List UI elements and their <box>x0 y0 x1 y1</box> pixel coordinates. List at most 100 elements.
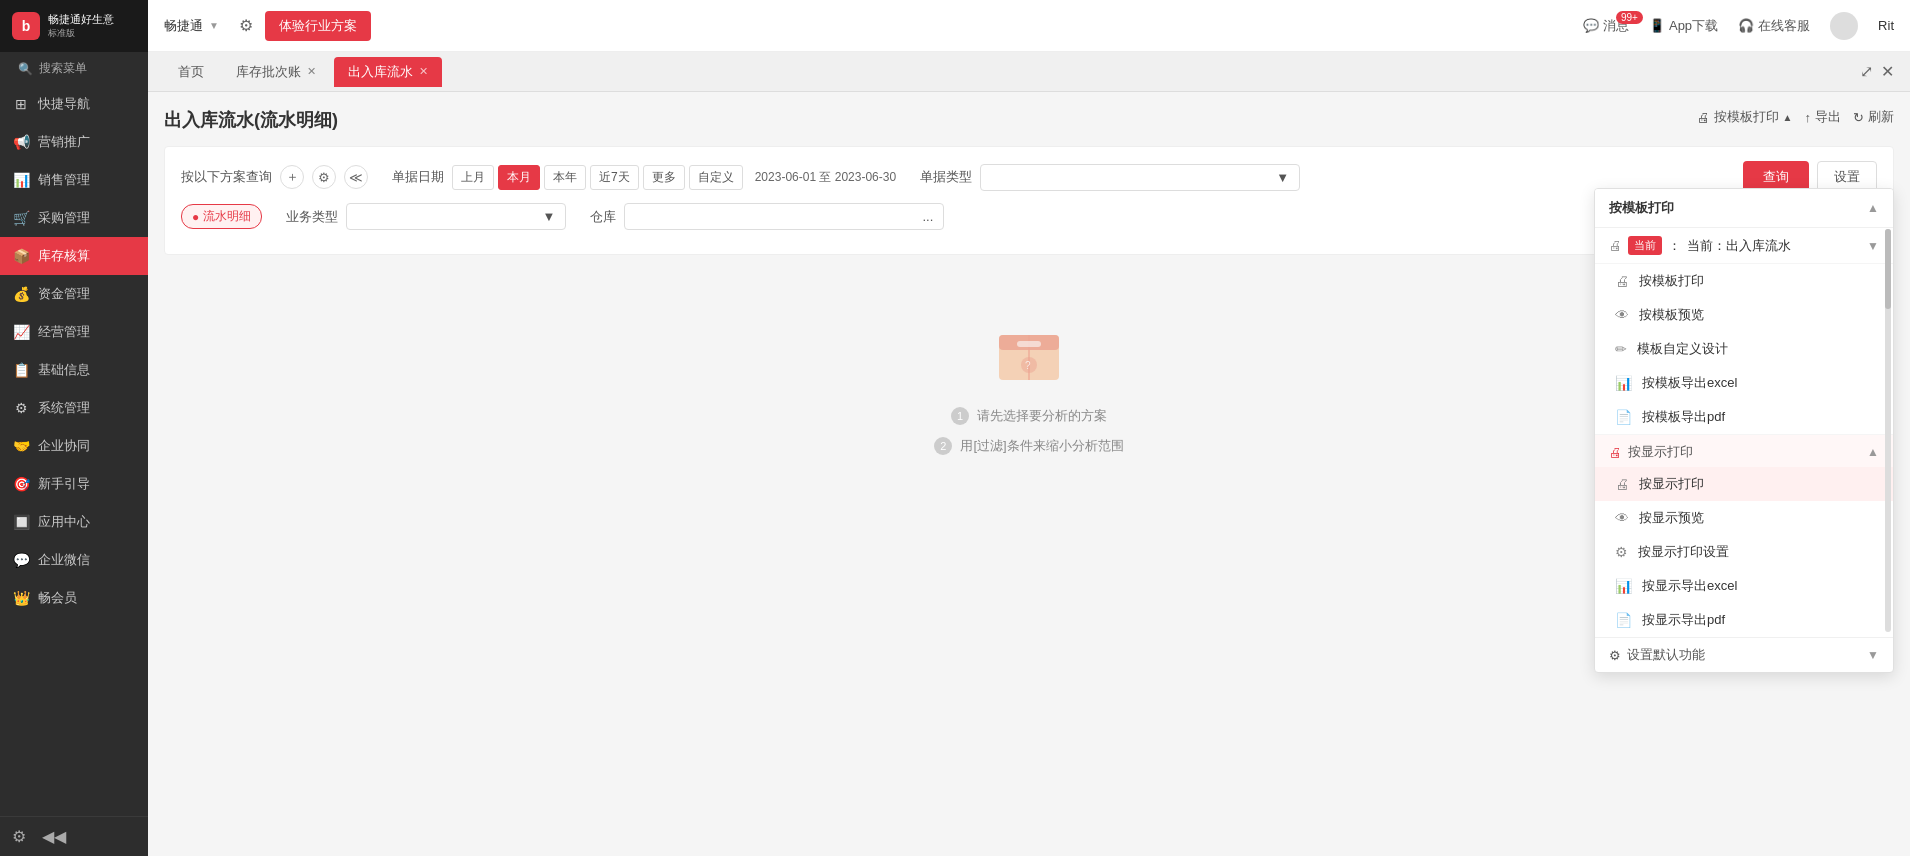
template-preview-label: 按模板预览 <box>1639 306 1704 324</box>
dropdown-item-display-preview[interactable]: 👁 按显示预览 <box>1595 501 1893 535</box>
tab-batch[interactable]: 库存批次账 ✕ <box>222 57 330 87</box>
sidebar-item-guide[interactable]: 🎯 新手引导 <box>0 465 148 503</box>
sidebar-settings-icon[interactable]: ⚙ <box>12 827 26 846</box>
page-title: 出入库流水(流水明细) <box>164 108 1894 132</box>
warehouse-select[interactable]: ... <box>624 203 944 230</box>
template-print-label: 按模板打印 <box>1639 272 1704 290</box>
topbar-message[interactable]: 💬 消息 99+ <box>1583 17 1629 35</box>
warehouse-more-icon[interactable]: ... <box>922 209 933 224</box>
marketing-icon: 📢 <box>12 133 30 151</box>
type-select-chevron: ▼ <box>1276 170 1289 185</box>
dropdown-item-template-design[interactable]: ✏ 模板自定义设计 <box>1595 332 1893 366</box>
topbar-user[interactable]: 畅捷通 ▼ <box>164 17 219 35</box>
current-label: ： <box>1668 237 1681 255</box>
refresh-label: 刷新 <box>1868 108 1894 126</box>
sidebar-item-enterprise[interactable]: 🤝 企业协同 <box>0 427 148 465</box>
sidebar-item-quick-nav[interactable]: ⊞ 快捷导航 <box>0 85 148 123</box>
sidebar-collapse-icon[interactable]: ◀◀ <box>42 827 66 846</box>
sidebar-item-label: 企业协同 <box>38 437 90 455</box>
app-logo-icon: b <box>12 12 40 40</box>
display-excel-label: 按显示导出excel <box>1642 577 1737 595</box>
export-label: 导出 <box>1815 108 1841 126</box>
sidebar-item-app-center[interactable]: 🔲 应用中心 <box>0 503 148 541</box>
filter-warehouse: 仓库 ... <box>590 203 944 230</box>
tab-batch-close-icon[interactable]: ✕ <box>307 65 316 78</box>
dropdown-close-chevron[interactable]: ▲ <box>1867 201 1879 215</box>
date-btn-custom[interactable]: 自定义 <box>689 165 743 190</box>
active-filter-chip[interactable]: ● 流水明细 <box>181 204 262 229</box>
operations-icon: 📈 <box>12 323 30 341</box>
topbar-avatar[interactable] <box>1830 12 1858 40</box>
dropdown-item-display-excel[interactable]: 📊 按显示导出excel <box>1595 569 1893 603</box>
biz-type-select[interactable]: ▼ <box>346 203 566 230</box>
print-template-button[interactable]: 🖨 按模板打印 ▲ <box>1697 108 1793 126</box>
tab-flow-close-icon[interactable]: ✕ <box>419 65 428 78</box>
date-buttons: 上月 本月 本年 近7天 更多 自定义 <box>452 165 743 190</box>
template-pdf-icon: 📄 <box>1615 409 1632 425</box>
filter-config-button[interactable]: ⚙ <box>312 165 336 189</box>
sidebar-item-basic[interactable]: 📋 基础信息 <box>0 351 148 389</box>
current-chevron: ▼ <box>1867 239 1879 253</box>
content-area: 出入库流水(流水明细) 🖨 按模板打印 ▲ ↑ 导出 ↻ 刷新 按以下方案查询 <box>148 92 1910 856</box>
dropdown-item-template-print[interactable]: 🖨 按模板打印 <box>1595 264 1893 298</box>
template-design-icon: ✏ <box>1615 341 1627 357</box>
topbar-app-download[interactable]: 📱 App下载 <box>1649 17 1718 35</box>
footer-icon: ⚙ <box>1609 648 1621 663</box>
tab-flow[interactable]: 出入库流水 ✕ <box>334 57 442 87</box>
sidebar-item-purchase[interactable]: 🛒 采购管理 <box>0 199 148 237</box>
dropdown-scrollbar[interactable] <box>1885 229 1891 632</box>
dropdown-title: 按模板打印 <box>1609 199 1674 217</box>
sidebar-nav: ⊞ 快捷导航 📢 营销推广 📊 销售管理 🛒 采购管理 📦 库存核算 💰 资金管… <box>0 85 148 816</box>
topbar-online-service[interactable]: 🎧 在线客服 <box>1738 17 1810 35</box>
dropdown-footer[interactable]: ⚙ 设置默认功能 ▼ <box>1595 637 1893 672</box>
filter-type-select[interactable]: ▼ <box>980 164 1300 191</box>
refresh-button[interactable]: ↻ 刷新 <box>1853 108 1894 126</box>
filter-chip-label: 流水明细 <box>203 208 251 225</box>
app-edition: 标准版 <box>48 27 114 40</box>
dropdown-item-display-pdf[interactable]: 📄 按显示导出pdf <box>1595 603 1893 637</box>
export-button[interactable]: ↑ 导出 <box>1805 108 1842 126</box>
filter-collapse-button[interactable]: ≪ <box>344 165 368 189</box>
dropdown-scrollbar-thumb <box>1885 229 1891 309</box>
sidebar-item-label: 库存核算 <box>38 247 90 265</box>
sidebar-item-vip[interactable]: 👑 畅会员 <box>0 579 148 617</box>
current-badge: 当前 <box>1628 236 1662 255</box>
wechat-icon: 💬 <box>12 551 30 569</box>
date-btn-this-month[interactable]: 本月 <box>498 165 540 190</box>
tab-batch-label: 库存批次账 <box>236 63 301 81</box>
date-btn-last-month[interactable]: 上月 <box>452 165 494 190</box>
sidebar-item-finance[interactable]: 💰 资金管理 <box>0 275 148 313</box>
sidebar-item-sales[interactable]: 📊 销售管理 <box>0 161 148 199</box>
sidebar-item-wechat[interactable]: 💬 企业微信 <box>0 541 148 579</box>
sidebar-search[interactable]: 🔍 搜索菜单 <box>0 52 148 85</box>
svg-text:?: ? <box>1025 360 1031 371</box>
dropdown-item-display-settings[interactable]: ⚙ 按显示打印设置 <box>1595 535 1893 569</box>
sidebar-item-system[interactable]: ⚙ 系统管理 <box>0 389 148 427</box>
sidebar-item-operations[interactable]: 📈 经营管理 <box>0 313 148 351</box>
sidebar-item-inventory[interactable]: 📦 库存核算 <box>0 237 148 275</box>
dropdown-item-template-preview[interactable]: 👁 按模板预览 <box>1595 298 1893 332</box>
filter-toolbar-actions: ＋ ⚙ ≪ <box>280 165 368 189</box>
dropdown-item-template-excel[interactable]: 📊 按模板导出excel <box>1595 366 1893 400</box>
display-pdf-label: 按显示导出pdf <box>1642 611 1725 629</box>
filter-add-button[interactable]: ＋ <box>280 165 304 189</box>
app-center-icon: 🔲 <box>12 513 30 531</box>
export-icon: ↑ <box>1805 110 1812 125</box>
date-btn-7days[interactable]: 近7天 <box>590 165 639 190</box>
dropdown-item-display-print[interactable]: 🖨 按显示打印 <box>1595 467 1893 501</box>
date-btn-more[interactable]: 更多 <box>643 165 685 190</box>
system-icon: ⚙ <box>12 399 30 417</box>
service-label: 在线客服 <box>1758 17 1810 35</box>
trial-button[interactable]: 体验行业方案 <box>265 11 371 41</box>
dropdown-item-template-pdf[interactable]: 📄 按模板导出pdf <box>1595 400 1893 434</box>
template-excel-icon: 📊 <box>1615 375 1632 391</box>
close-tab-button[interactable]: ✕ <box>1881 62 1894 81</box>
sidebar-item-label: 销售管理 <box>38 171 90 189</box>
sidebar-item-label: 应用中心 <box>38 513 90 531</box>
filter-search-scheme: 按以下方案查询 ＋ ⚙ ≪ <box>181 165 368 189</box>
maximize-button[interactable]: ⤢ <box>1860 62 1873 81</box>
date-btn-this-year[interactable]: 本年 <box>544 165 586 190</box>
topbar-gear-icon[interactable]: ⚙ <box>239 16 253 35</box>
tab-home[interactable]: 首页 <box>164 57 218 87</box>
sidebar-item-marketing[interactable]: 📢 营销推广 <box>0 123 148 161</box>
